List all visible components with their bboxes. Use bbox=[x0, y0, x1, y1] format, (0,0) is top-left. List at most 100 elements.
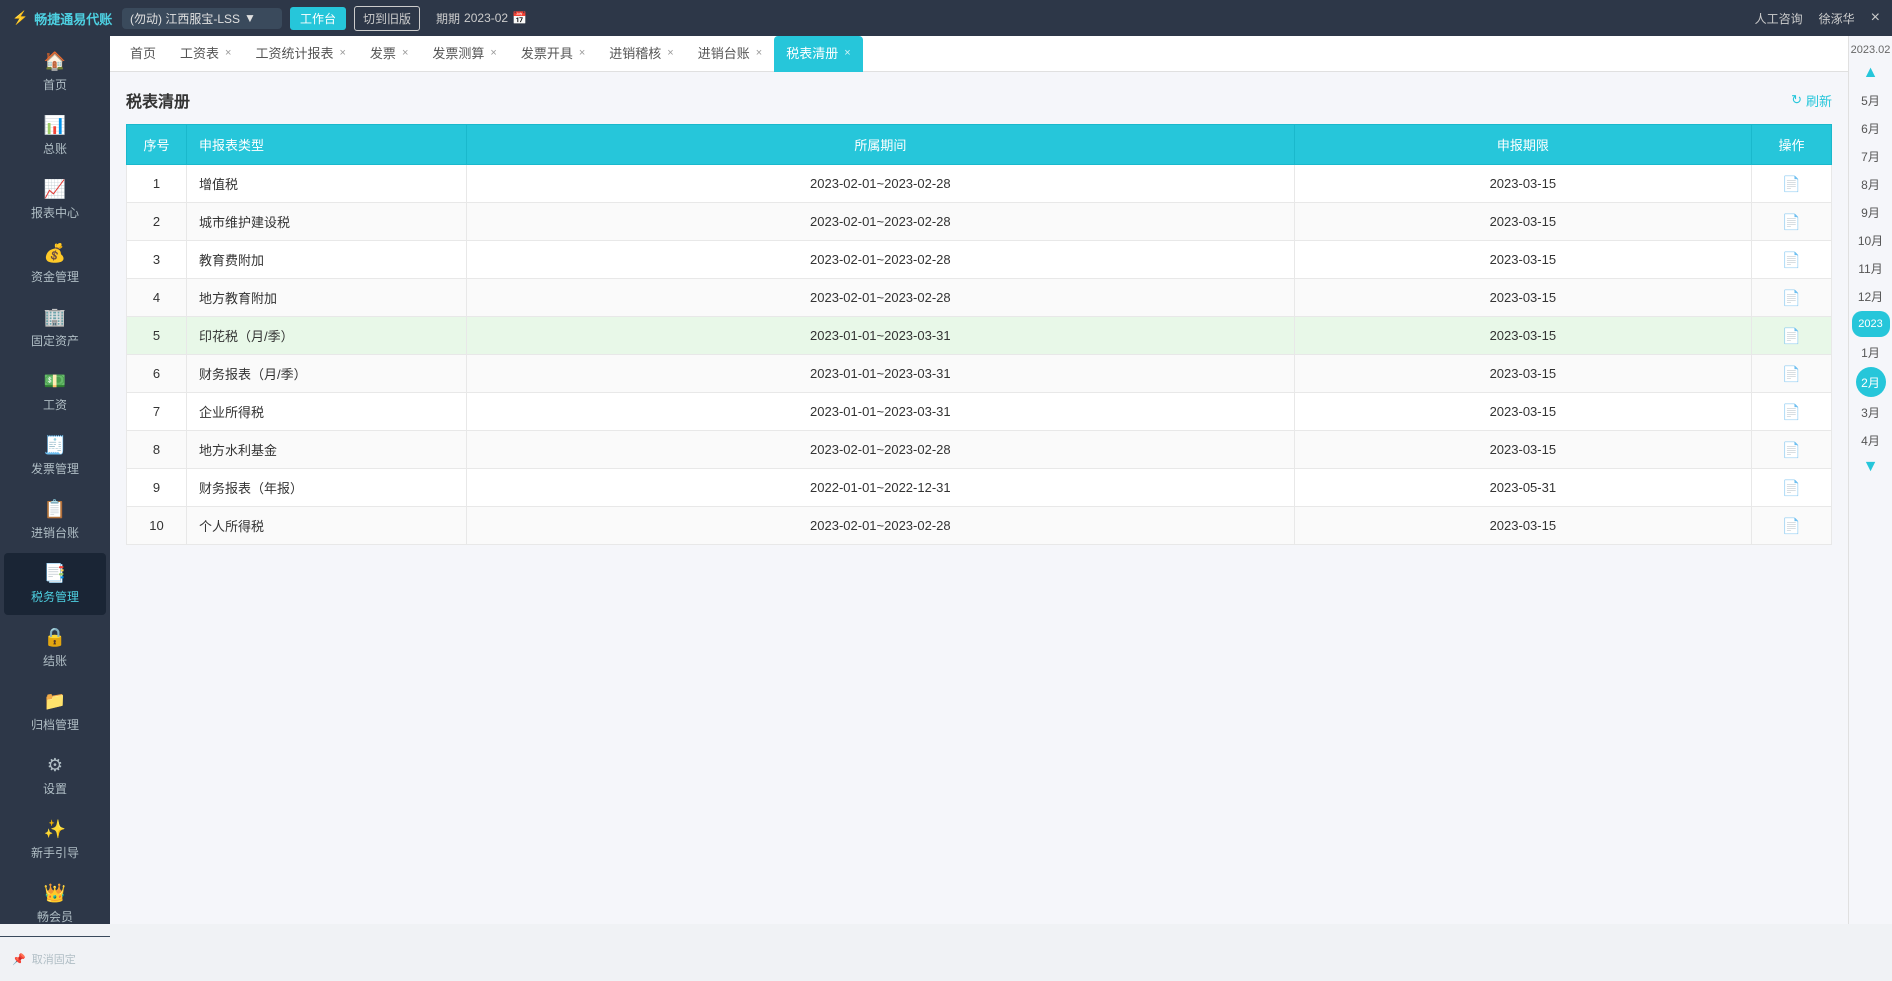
month-6[interactable]: 6月 bbox=[1853, 115, 1889, 141]
sidebar-item-archive[interactable]: 📁 归档管理 bbox=[4, 681, 106, 743]
sidebar-item-ledger[interactable]: 📊 总账 bbox=[4, 105, 106, 167]
cell-action: 📄 bbox=[1752, 393, 1832, 431]
sidebar-item-home[interactable]: 🏠 首页 bbox=[4, 41, 106, 103]
sidebar-item-tax[interactable]: 📑 税务管理 bbox=[4, 553, 106, 615]
action-icon-6[interactable]: 📄 bbox=[1782, 404, 1801, 421]
action-icon-9[interactable]: 📄 bbox=[1782, 518, 1801, 535]
refresh-label: 刷新 bbox=[1806, 91, 1832, 110]
current-period-label: 2023.02 bbox=[1849, 40, 1892, 60]
tab-invoice-open[interactable]: 发票开具 × bbox=[509, 36, 597, 72]
tab-salary[interactable]: 工资表 × bbox=[168, 36, 243, 72]
cell-deadline: 2023-03-15 bbox=[1294, 431, 1751, 469]
sidebar-item-asset[interactable]: 🏢 固定资产 bbox=[4, 297, 106, 359]
sidebar-item-settings[interactable]: ⚙ 设置 bbox=[4, 745, 106, 807]
action-icon-2[interactable]: 📄 bbox=[1782, 252, 1801, 269]
refresh-button[interactable]: ↻ 刷新 bbox=[1791, 91, 1832, 110]
tab-label-salary: 工资表 bbox=[180, 43, 219, 62]
right-panel: 2023.02 ▲ 5月 6月 7月 8月 9月 10月 11月 12月 202… bbox=[1848, 36, 1892, 924]
tab-home[interactable]: 首页 bbox=[118, 36, 168, 72]
company-selector[interactable]: (勿动) 江西服宝-LSS ▼ bbox=[122, 8, 282, 29]
table-row: 10 个人所得税 2023-02-01~2023-02-28 2023-03-1… bbox=[127, 507, 1832, 545]
cell-action: 📄 bbox=[1752, 203, 1832, 241]
fund-icon: 💰 bbox=[44, 243, 66, 264]
cell-period: 2023-02-01~2023-02-28 bbox=[467, 203, 1295, 241]
action-icon-3[interactable]: 📄 bbox=[1782, 290, 1801, 307]
cell-period: 2023-02-01~2023-02-28 bbox=[467, 279, 1295, 317]
nav-down-button[interactable]: ▼ bbox=[1859, 454, 1883, 480]
invoice-icon: 🧾 bbox=[44, 435, 66, 456]
sidebar-label-ledger: 总账 bbox=[43, 140, 67, 157]
tab-close-salary-report[interactable]: × bbox=[339, 47, 345, 59]
sidebar-item-invoice[interactable]: 🧾 发票管理 bbox=[4, 425, 106, 487]
cell-action: 📄 bbox=[1752, 507, 1832, 545]
tab-close-salary[interactable]: × bbox=[225, 47, 231, 59]
table-row: 9 财务报表（年报） 2022-01-01~2022-12-31 2023-05… bbox=[127, 469, 1832, 507]
tab-tax-form[interactable]: 税表清册 × bbox=[774, 36, 862, 72]
action-icon-0[interactable]: 📄 bbox=[1782, 176, 1801, 193]
action-icon-4[interactable]: 📄 bbox=[1782, 328, 1801, 345]
period-label: 期期 bbox=[436, 10, 460, 27]
tab-close-tax-form[interactable]: × bbox=[844, 47, 850, 59]
help-button[interactable]: 人工咨询 bbox=[1755, 10, 1803, 27]
month-4[interactable]: 4月 bbox=[1853, 427, 1889, 453]
table-row: 5 印花税（月/季） 2023-01-01~2023-03-31 2023-03… bbox=[127, 317, 1832, 355]
dropdown-icon: ▼ bbox=[244, 11, 256, 25]
tab-close-invoice-calc[interactable]: × bbox=[490, 47, 496, 59]
month-1[interactable]: 1月 bbox=[1853, 339, 1889, 365]
header-right: 人工咨询 徐涿华 × bbox=[1755, 9, 1880, 27]
tab-inout-check[interactable]: 进销稽核 × bbox=[597, 36, 685, 72]
month-7[interactable]: 7月 bbox=[1853, 143, 1889, 169]
tab-label-inout-check: 进销稽核 bbox=[609, 43, 661, 62]
month-5[interactable]: 5月 bbox=[1853, 87, 1889, 113]
action-icon-8[interactable]: 📄 bbox=[1782, 480, 1801, 497]
month-11[interactable]: 11月 bbox=[1853, 255, 1889, 281]
month-8[interactable]: 8月 bbox=[1853, 171, 1889, 197]
tab-close-inout-check[interactable]: × bbox=[667, 47, 673, 59]
unpin-button[interactable]: 📌 取消固定 bbox=[4, 945, 106, 973]
action-icon-7[interactable]: 📄 bbox=[1782, 442, 1801, 459]
cell-deadline: 2023-03-15 bbox=[1294, 279, 1751, 317]
month-9[interactable]: 9月 bbox=[1853, 199, 1889, 225]
cell-seq: 2 bbox=[127, 203, 187, 241]
month-3[interactable]: 3月 bbox=[1853, 399, 1889, 425]
sidebar-item-vip[interactable]: 👑 畅会员 bbox=[4, 873, 106, 935]
close-button[interactable]: × bbox=[1871, 9, 1880, 27]
month-2-active[interactable]: 2月 bbox=[1856, 367, 1886, 397]
col-header-type: 申报表类型 bbox=[187, 125, 467, 165]
ledger-icon: 📊 bbox=[44, 115, 66, 136]
settings-icon: ⚙ bbox=[47, 755, 63, 776]
workbench-button[interactable]: 工作台 bbox=[290, 7, 346, 30]
action-icon-5[interactable]: 📄 bbox=[1782, 366, 1801, 383]
tab-invoice-calc[interactable]: 发票测算 × bbox=[420, 36, 508, 72]
cell-action: 📄 bbox=[1752, 431, 1832, 469]
switch-old-button[interactable]: 切到旧版 bbox=[354, 6, 420, 31]
app-name: 畅捷通易代账 bbox=[34, 9, 112, 28]
tax-icon: 📑 bbox=[44, 563, 66, 584]
tab-close-inout-ledger[interactable]: × bbox=[756, 47, 762, 59]
tab-close-invoice[interactable]: × bbox=[402, 47, 408, 59]
sidebar-item-inout[interactable]: 📋 进销台账 bbox=[4, 489, 106, 551]
tab-invoice[interactable]: 发票 × bbox=[358, 36, 420, 72]
tab-salary-report[interactable]: 工资统计报表 × bbox=[243, 36, 357, 72]
action-icon-1[interactable]: 📄 bbox=[1782, 214, 1801, 231]
sidebar-item-guide[interactable]: ✨ 新手引导 bbox=[4, 809, 106, 871]
tab-inout-ledger[interactable]: 进销台账 × bbox=[686, 36, 774, 72]
sidebar-item-report[interactable]: 📈 报表中心 bbox=[4, 169, 106, 231]
vip-icon: 👑 bbox=[44, 883, 66, 904]
cell-period: 2023-02-01~2023-02-28 bbox=[467, 165, 1295, 203]
month-10[interactable]: 10月 bbox=[1853, 227, 1889, 253]
sidebar-item-salary[interactable]: 💵 工资 bbox=[4, 361, 106, 423]
sidebar-label-invoice: 发票管理 bbox=[31, 460, 79, 477]
cell-period: 2022-01-01~2022-12-31 bbox=[467, 469, 1295, 507]
tax-table: 序号 申报表类型 所属期间 申报期限 操作 1 增值税 2023-02-01~2… bbox=[126, 124, 1832, 545]
cell-type: 增值税 bbox=[187, 165, 467, 203]
top-header: ⚡ 畅捷通易代账 (勿动) 江西服宝-LSS ▼ 工作台 切到旧版 期期 202… bbox=[0, 0, 1892, 36]
asset-icon: 🏢 bbox=[44, 307, 66, 328]
sidebar-item-fund[interactable]: 💰 资金管理 bbox=[4, 233, 106, 295]
nav-up-button[interactable]: ▲ bbox=[1859, 60, 1883, 86]
tab-close-invoice-open[interactable]: × bbox=[579, 47, 585, 59]
cell-type: 企业所得税 bbox=[187, 393, 467, 431]
sidebar-label-archive: 归档管理 bbox=[31, 716, 79, 733]
month-12[interactable]: 12月 bbox=[1853, 283, 1889, 309]
sidebar-item-close[interactable]: 🔒 结账 bbox=[4, 617, 106, 679]
